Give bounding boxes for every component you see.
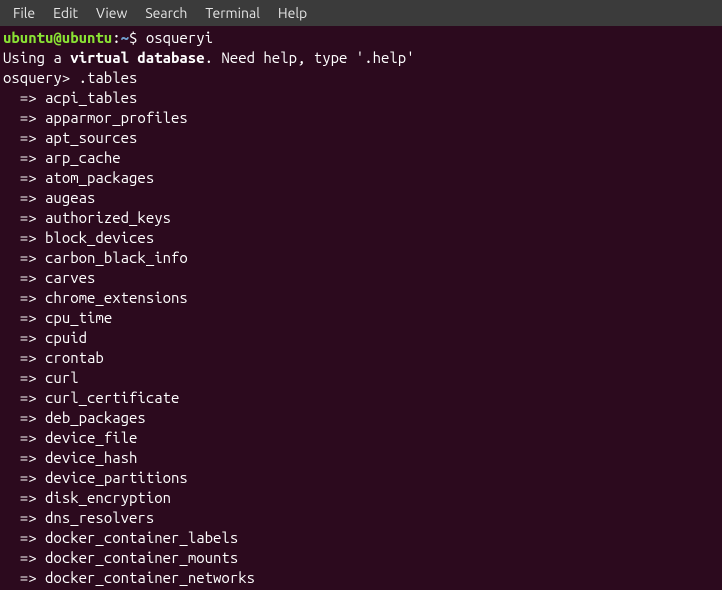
menu-edit[interactable]: Edit [44, 0, 87, 26]
table-row: => deb_packages [3, 408, 719, 428]
table-row: => chrome_extensions [3, 288, 719, 308]
table-row: => carbon_black_info [3, 248, 719, 268]
table-name: crontab [45, 349, 104, 366]
arrow-icon: => [3, 149, 45, 166]
table-row: => docker_container_labels [3, 528, 719, 548]
arrow-icon: => [3, 449, 45, 466]
osquery-prompt: osquery> [3, 69, 79, 86]
menu-search[interactable]: Search [136, 0, 196, 26]
table-name: dns_resolvers [45, 509, 154, 526]
arrow-icon: => [3, 309, 45, 326]
table-row: => dns_resolvers [3, 508, 719, 528]
table-name: authorized_keys [45, 209, 171, 226]
tables-list: => acpi_tables => apparmor_profiles => a… [3, 88, 719, 588]
arrow-icon: => [3, 569, 45, 586]
arrow-icon: => [3, 509, 45, 526]
table-name: device_partitions [45, 469, 188, 486]
menu-file[interactable]: File [4, 0, 44, 26]
osquery-command: .tables [79, 69, 138, 86]
intro-line: Using a virtual database. Need help, typ… [3, 48, 719, 68]
arrow-icon: => [3, 289, 45, 306]
table-row: => cpuid [3, 328, 719, 348]
table-name: device_file [45, 429, 137, 446]
menubar: File Edit View Search Terminal Help [0, 0, 722, 26]
arrow-icon: => [3, 549, 45, 566]
table-name: block_devices [45, 229, 154, 246]
table-row: => docker_container_mounts [3, 548, 719, 568]
table-row: => authorized_keys [3, 208, 719, 228]
arrow-icon: => [3, 489, 45, 506]
table-row: => docker_container_networks [3, 568, 719, 588]
arrow-icon: => [3, 129, 45, 146]
arrow-icon: => [3, 169, 45, 186]
arrow-icon: => [3, 209, 45, 226]
arrow-icon: => [3, 109, 45, 126]
arrow-icon: => [3, 269, 45, 286]
terminal-area[interactable]: ubuntu@ubuntu:~$ osqueryi Using a virtua… [0, 26, 722, 590]
table-row: => disk_encryption [3, 488, 719, 508]
table-row: => crontab [3, 348, 719, 368]
table-name: deb_packages [45, 409, 146, 426]
table-row: => carves [3, 268, 719, 288]
arrow-icon: => [3, 349, 45, 366]
arrow-icon: => [3, 369, 45, 386]
menu-terminal[interactable]: Terminal [196, 0, 269, 26]
arrow-icon: => [3, 389, 45, 406]
shell-command: osqueryi [146, 29, 213, 46]
table-name: chrome_extensions [45, 289, 188, 306]
table-row: => block_devices [3, 228, 719, 248]
intro-prefix: Using a [3, 49, 70, 66]
arrow-icon: => [3, 429, 45, 446]
table-row: => device_partitions [3, 468, 719, 488]
table-name: augeas [45, 189, 95, 206]
prompt-user-host: ubuntu@ubuntu [3, 29, 112, 46]
table-name: acpi_tables [45, 89, 137, 106]
table-name: docker_container_labels [45, 529, 238, 546]
table-name: carves [45, 269, 95, 286]
table-row: => augeas [3, 188, 719, 208]
prompt-dollar: $ [129, 29, 146, 46]
table-name: cpu_time [45, 309, 112, 326]
table-row: => arp_cache [3, 148, 719, 168]
table-name: atom_packages [45, 169, 154, 186]
table-row: => device_hash [3, 448, 719, 468]
table-row: => cpu_time [3, 308, 719, 328]
prompt-path: ~ [121, 29, 129, 46]
table-name: device_hash [45, 449, 137, 466]
arrow-icon: => [3, 189, 45, 206]
arrow-icon: => [3, 329, 45, 346]
table-row: => apparmor_profiles [3, 108, 719, 128]
intro-bold: virtual database [70, 49, 204, 66]
arrow-icon: => [3, 469, 45, 486]
menu-help[interactable]: Help [269, 0, 316, 26]
table-row: => acpi_tables [3, 88, 719, 108]
table-row: => curl [3, 368, 719, 388]
table-row: => device_file [3, 428, 719, 448]
table-name: arp_cache [45, 149, 121, 166]
table-row: => atom_packages [3, 168, 719, 188]
table-name: curl [45, 369, 79, 386]
osquery-prompt-line: osquery> .tables [3, 68, 719, 88]
intro-suffix: . Need help, type '.help' [205, 49, 415, 66]
menu-view[interactable]: View [87, 0, 136, 26]
arrow-icon: => [3, 529, 45, 546]
table-name: carbon_black_info [45, 249, 188, 266]
arrow-icon: => [3, 249, 45, 266]
table-name: apparmor_profiles [45, 109, 188, 126]
table-row: => apt_sources [3, 128, 719, 148]
arrow-icon: => [3, 229, 45, 246]
table-name: apt_sources [45, 129, 137, 146]
table-name: disk_encryption [45, 489, 171, 506]
table-name: docker_container_networks [45, 569, 255, 586]
prompt-colon: : [112, 29, 120, 46]
table-name: curl_certificate [45, 389, 179, 406]
arrow-icon: => [3, 409, 45, 426]
table-name: cpuid [45, 329, 87, 346]
table-name: docker_container_mounts [45, 549, 238, 566]
table-row: => curl_certificate [3, 388, 719, 408]
shell-prompt-line: ubuntu@ubuntu:~$ osqueryi [3, 28, 719, 48]
arrow-icon: => [3, 89, 45, 106]
